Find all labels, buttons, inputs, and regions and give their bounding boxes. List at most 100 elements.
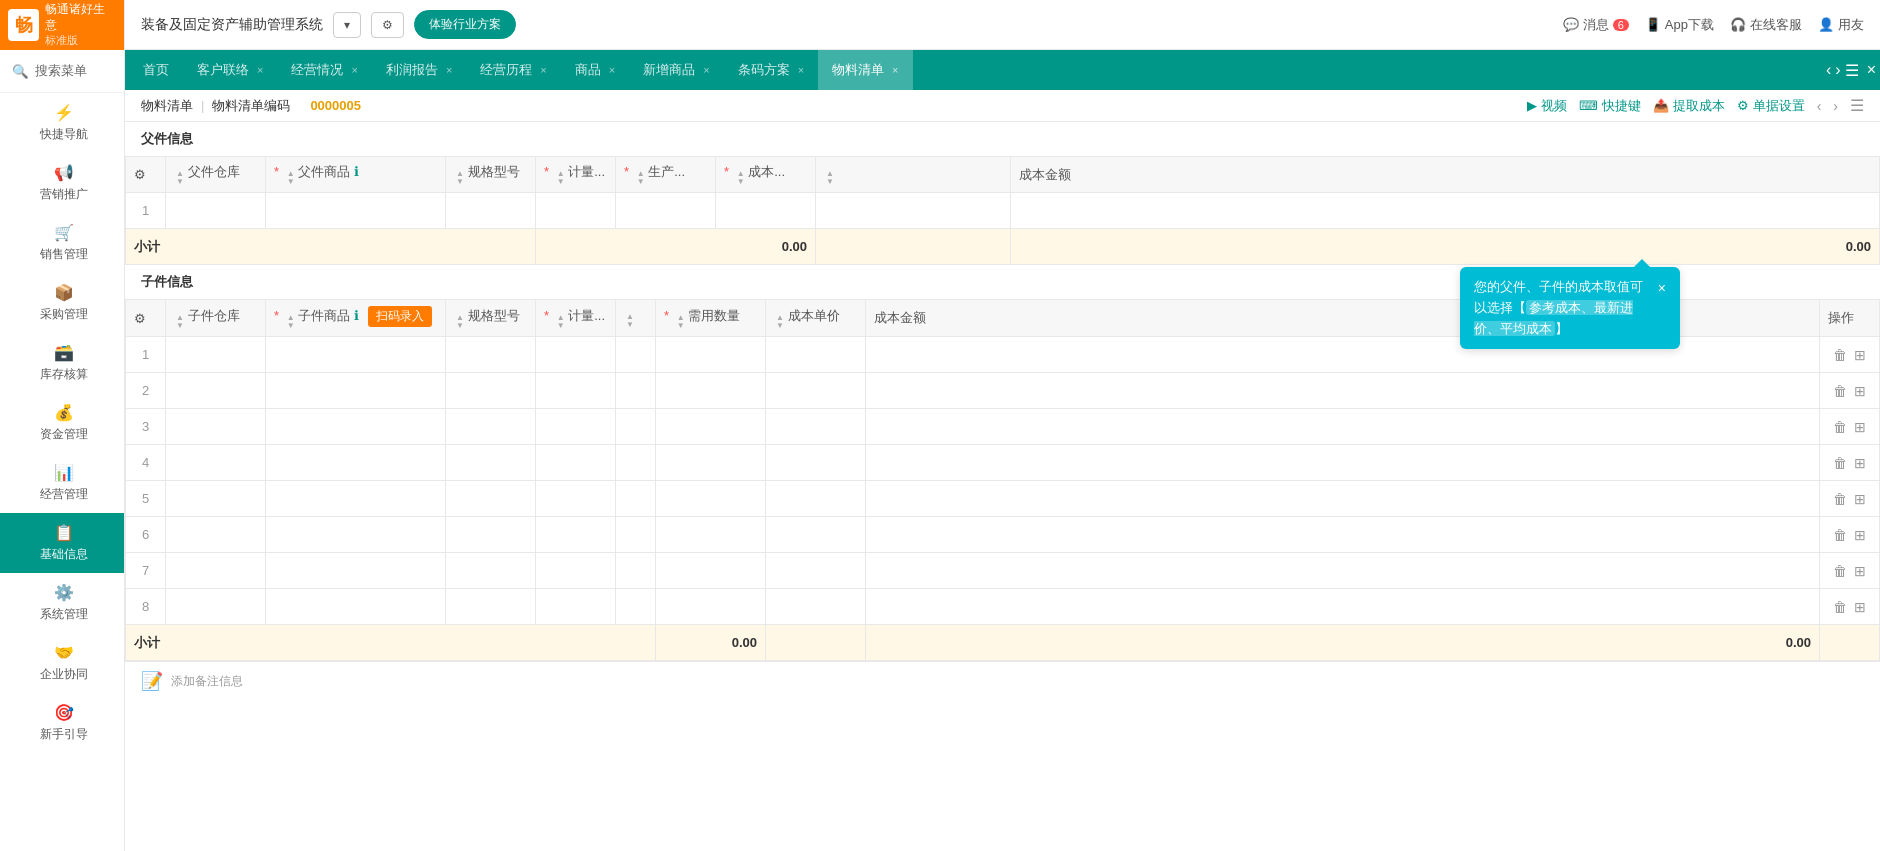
sidebar-item-inventory[interactable]: 🗃️ 库存核算: [0, 333, 124, 393]
child-row-1-spec[interactable]: [446, 337, 536, 373]
toolbar-menu-btn[interactable]: ☰: [1850, 96, 1864, 115]
child-row-8-copy-btn[interactable]: ⊞: [1852, 597, 1868, 617]
search-menu-button[interactable]: 🔍 搜索菜单: [6, 58, 118, 84]
sidebar-item-enterprise[interactable]: 🤝 企业协同: [0, 633, 124, 693]
child-row-1-copy-btn[interactable]: ⊞: [1852, 345, 1868, 365]
child-row-3-delete-btn[interactable]: 🗑: [1831, 417, 1849, 437]
child-row-2-unit[interactable]: [536, 373, 616, 409]
child-row-8-delete-btn[interactable]: 🗑: [1831, 597, 1849, 617]
child-row-4-required-qty[interactable]: [656, 445, 766, 481]
parent-row-1-unit[interactable]: [536, 193, 616, 229]
sidebar-item-quick-nav[interactable]: ⚡ 快捷导航: [0, 93, 124, 153]
child-row-1-unit[interactable]: [536, 337, 616, 373]
child-row-4-cost-unit[interactable]: [766, 445, 866, 481]
child-settings-icon[interactable]: ⚙: [134, 311, 146, 326]
child-row-3-unit[interactable]: [536, 409, 616, 445]
settings-icon[interactable]: ⚙: [134, 167, 146, 182]
parent-row-1-spec[interactable]: [446, 193, 536, 229]
child-row-5-spec[interactable]: [446, 481, 536, 517]
tab-barcode-close[interactable]: ×: [798, 64, 804, 76]
child-row-4-warehouse[interactable]: [166, 445, 266, 481]
child-row-7-spec[interactable]: [446, 553, 536, 589]
child-row-5-required-qty[interactable]: [656, 481, 766, 517]
child-row-1-warehouse[interactable]: [166, 337, 266, 373]
child-row-5-delete-btn[interactable]: 🗑: [1831, 489, 1849, 509]
child-row-2-product[interactable]: [266, 373, 446, 409]
parent-row-1-production[interactable]: [616, 193, 716, 229]
child-row-2-required-qty[interactable]: [656, 373, 766, 409]
child-row-5-copy-btn[interactable]: ⊞: [1852, 489, 1868, 509]
child-row-8-unit[interactable]: [536, 589, 616, 625]
sidebar-item-basic-info[interactable]: 📋 基础信息: [0, 513, 124, 573]
hotkey-action[interactable]: ⌨ 快捷键: [1579, 97, 1641, 115]
tab-home[interactable]: 首页: [129, 50, 183, 90]
child-row-4-copy-btn[interactable]: ⊞: [1852, 453, 1868, 473]
tab-product-close[interactable]: ×: [609, 64, 615, 76]
child-row-2-warehouse[interactable]: [166, 373, 266, 409]
child-row-5-product[interactable]: [266, 481, 446, 517]
experience-btn[interactable]: 体验行业方案: [414, 10, 516, 39]
child-row-7-unit[interactable]: [536, 553, 616, 589]
child-row-1-cost-unit[interactable]: [766, 337, 866, 373]
tab-history[interactable]: 经营历程 ×: [466, 50, 560, 90]
tab-new-product[interactable]: 新增商品 ×: [629, 50, 723, 90]
app-download-action[interactable]: 📱 App下载: [1645, 16, 1714, 34]
tab-prev-btn[interactable]: ‹: [1826, 61, 1831, 79]
user-action[interactable]: 👤 用友: [1818, 16, 1864, 34]
child-row-4-delete-btn[interactable]: 🗑: [1831, 453, 1849, 473]
child-row-7-warehouse[interactable]: [166, 553, 266, 589]
child-row-6-cost-unit[interactable]: [766, 517, 866, 553]
child-row-8-cost-unit[interactable]: [766, 589, 866, 625]
child-row-2-cost-unit[interactable]: [766, 373, 866, 409]
child-row-8-product[interactable]: [266, 589, 446, 625]
child-row-3-copy-btn[interactable]: ⊞: [1852, 417, 1868, 437]
child-row-6-warehouse[interactable]: [166, 517, 266, 553]
child-row-4-product[interactable]: [266, 445, 446, 481]
child-row-6-spec[interactable]: [446, 517, 536, 553]
parent-product-info-icon[interactable]: ℹ: [354, 164, 359, 179]
tab-profit-report[interactable]: 利润报告 ×: [372, 50, 466, 90]
child-row-7-copy-btn[interactable]: ⊞: [1852, 561, 1868, 581]
child-row-1-delete-btn[interactable]: 🗑: [1831, 345, 1849, 365]
tab-bom[interactable]: 物料清单 ×: [818, 50, 912, 90]
tab-profit-close[interactable]: ×: [446, 64, 452, 76]
sidebar-item-sales[interactable]: 🛒 销售管理: [0, 213, 124, 273]
child-row-3-spec[interactable]: [446, 409, 536, 445]
messages-action[interactable]: 💬 消息 6: [1563, 16, 1629, 34]
child-row-6-unit[interactable]: [536, 517, 616, 553]
child-row-2-spec[interactable]: [446, 373, 536, 409]
view-action[interactable]: ▶ 视频: [1527, 97, 1567, 115]
child-row-1-product[interactable]: [266, 337, 446, 373]
parent-row-1-cost[interactable]: [716, 193, 816, 229]
tooltip-close-btn[interactable]: ×: [1658, 277, 1666, 299]
child-row-5-cost-unit[interactable]: [766, 481, 866, 517]
child-product-info-icon[interactable]: ℹ: [354, 308, 359, 323]
child-row-1-required-qty[interactable]: [656, 337, 766, 373]
parent-row-1-warehouse[interactable]: [166, 193, 266, 229]
tab-operations-status[interactable]: 经营情况 ×: [277, 50, 371, 90]
single-settings-action[interactable]: ⚙ 单据设置: [1737, 97, 1805, 115]
tab-product[interactable]: 商品 ×: [561, 50, 629, 90]
sidebar-item-purchase[interactable]: 📦 采购管理: [0, 273, 124, 333]
tab-bom-close[interactable]: ×: [892, 64, 898, 76]
tab-history-close[interactable]: ×: [540, 64, 546, 76]
child-row-6-copy-btn[interactable]: ⊞: [1852, 525, 1868, 545]
child-row-3-warehouse[interactable]: [166, 409, 266, 445]
child-row-7-cost-unit[interactable]: [766, 553, 866, 589]
child-row-2-delete-btn[interactable]: 🗑: [1831, 381, 1849, 401]
add-note-label[interactable]: 添加备注信息: [171, 673, 243, 690]
child-row-4-unit[interactable]: [536, 445, 616, 481]
child-row-5-warehouse[interactable]: [166, 481, 266, 517]
child-row-6-required-qty[interactable]: [656, 517, 766, 553]
child-row-8-spec[interactable]: [446, 589, 536, 625]
tab-customer[interactable]: 客户联络 ×: [183, 50, 277, 90]
parent-row-1-product[interactable]: [266, 193, 446, 229]
dropdown-button[interactable]: ▾: [333, 12, 361, 38]
tab-operations-close[interactable]: ×: [351, 64, 357, 76]
child-row-7-required-qty[interactable]: [656, 553, 766, 589]
toolbar-left-btn[interactable]: ‹: [1817, 98, 1822, 114]
child-row-2-copy-btn[interactable]: ⊞: [1852, 381, 1868, 401]
online-service-action[interactable]: 🎧 在线客服: [1730, 16, 1802, 34]
tab-close-all-btn[interactable]: ×: [1867, 61, 1876, 79]
child-row-7-delete-btn[interactable]: 🗑: [1831, 561, 1849, 581]
